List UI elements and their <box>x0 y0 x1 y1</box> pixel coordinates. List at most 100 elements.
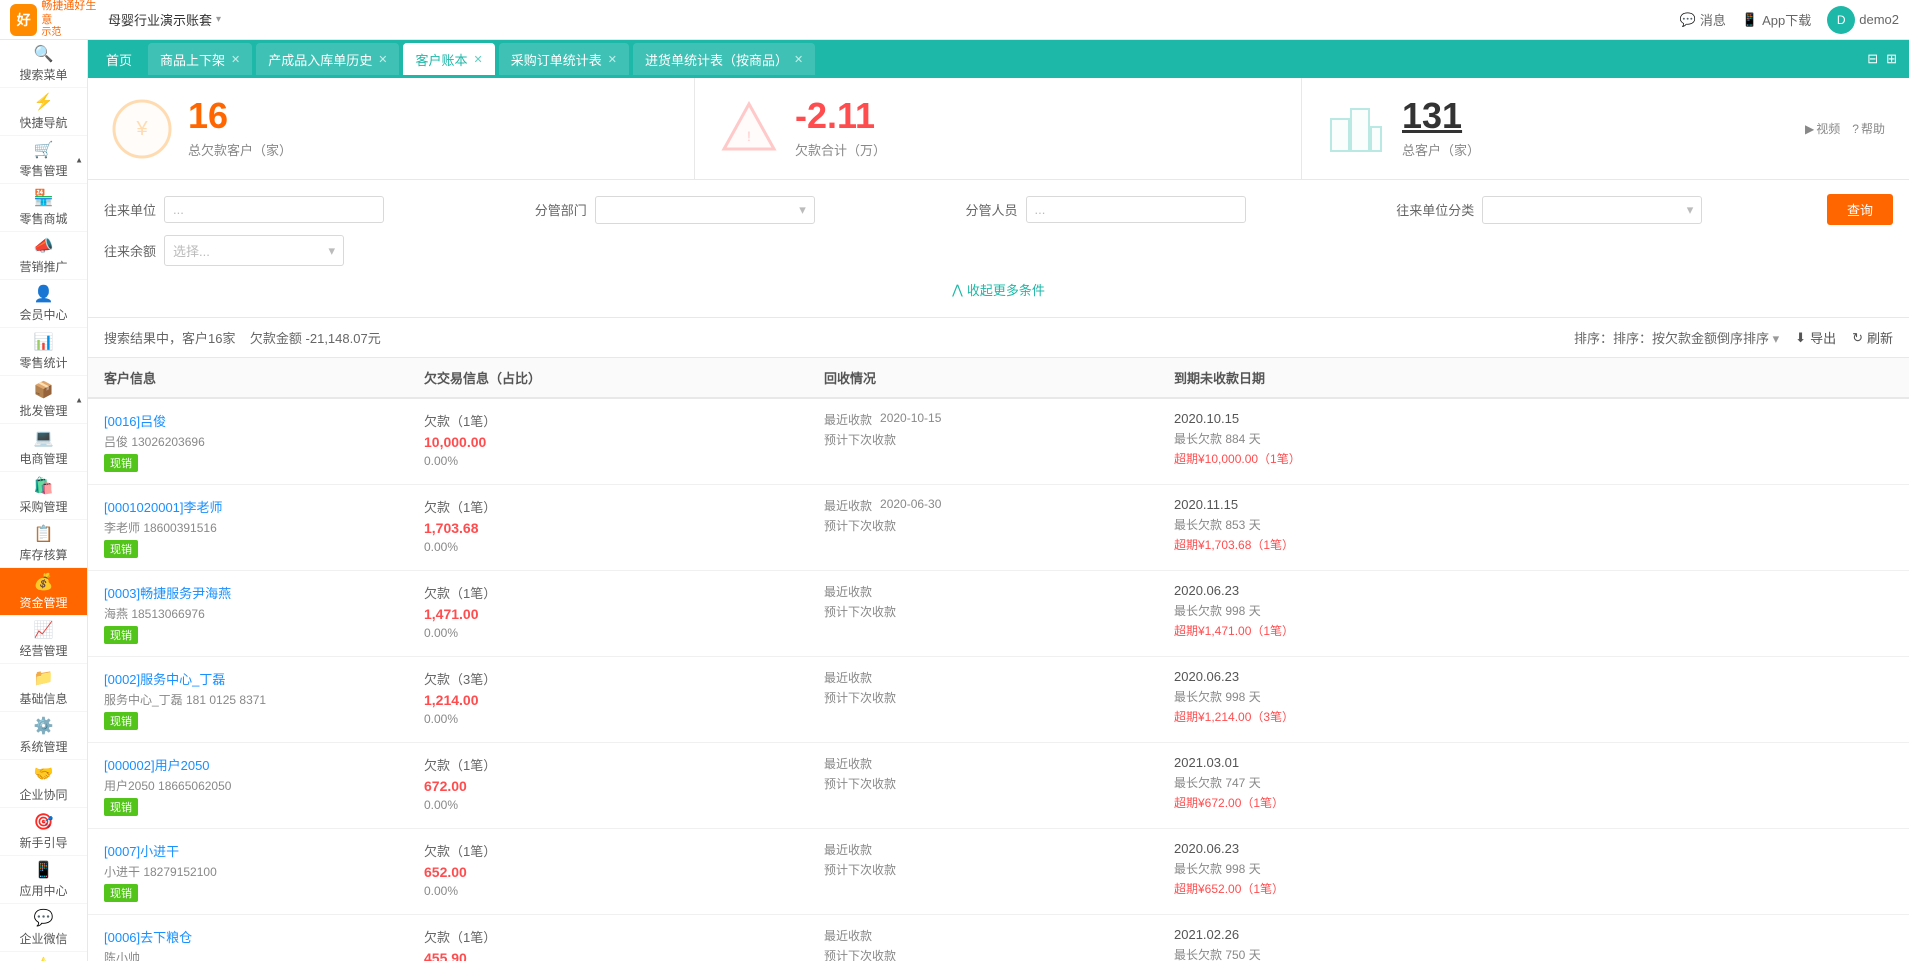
refresh-button[interactable]: ↻ 刷新 <box>1852 328 1893 347</box>
tag-green-6: 现销 <box>104 884 138 902</box>
tab-customer-account[interactable]: 客户账本 ✕ <box>403 43 494 75</box>
customer-name-link-4[interactable]: [0002]服务中心_丁磊 <box>104 669 424 688</box>
total-customers-label: 总客户（家） <box>1402 140 1480 159</box>
app-download-button[interactable]: 📱 App下载 <box>1742 10 1811 29</box>
customer-info-3: [0003]畅捷服务尹海燕 海燕 18513066976 现销 <box>104 583 424 644</box>
customer-name-link-6[interactable]: [0007]小进干 <box>104 841 424 860</box>
sidebar-item-retail-store[interactable]: 🏪 零售商城 <box>0 184 87 232</box>
sidebar-item-search[interactable]: 🔍 搜索菜单 <box>0 40 87 88</box>
overdue-link-1[interactable]: 超期¥10,000.00（1笔） <box>1174 450 1893 467</box>
debt-percent-6: 0.00% <box>424 884 824 898</box>
tab-import-stats[interactable]: 进货单统计表（按商品） ✕ <box>633 43 815 75</box>
filter-balance: 往来余额 选择... ▾ <box>104 235 1893 266</box>
sidebar-item-quick-nav[interactable]: ⚡ 快捷导航 <box>0 88 87 136</box>
debt-count-4: 欠款（3笔） <box>424 669 824 688</box>
tab-minimize-icon[interactable]: ⊟ <box>1867 51 1878 67</box>
results-bar: 搜索结果中，客户16家 欠款金额 -21,148.07元 排序：排序：按欠款金额… <box>88 318 1909 358</box>
customer-name-link-3[interactable]: [0003]畅捷服务尹海燕 <box>104 583 424 602</box>
video-link[interactable]: ▶ 视频 <box>1805 120 1840 137</box>
help-link[interactable]: ? 帮助 <box>1852 120 1885 137</box>
marketing-icon: 📣 <box>34 236 54 256</box>
sidebar-item-retail-stats[interactable]: 📊 零售统计 <box>0 328 87 376</box>
chevron-down-icon2: ▾ <box>1687 202 1694 218</box>
debt-count-6: 欠款（1笔） <box>424 841 824 860</box>
source-unit-label: 往来单位 <box>104 200 156 219</box>
debt-percent-4: 0.00% <box>424 712 824 726</box>
sidebar-item-basic-info[interactable]: 📁 基础信息 <box>0 664 87 712</box>
sidebar-item-batch-mgmt[interactable]: 📦 批发管理 <box>0 376 87 424</box>
tab-product-shelf[interactable]: 商品上下架 ✕ <box>148 43 252 75</box>
customer-name-link-2[interactable]: [0001020001]李老师 <box>104 497 424 516</box>
logo-icon: 好 <box>10 4 37 36</box>
purchase-icon: 🛍️ <box>34 476 54 496</box>
balance-label: 往来余额 <box>104 241 156 260</box>
filter-source-unit-category: 往来单位分类 ▾ <box>1396 196 1815 224</box>
sidebar-item-wechat[interactable]: 💬 企业微信 <box>0 904 87 952</box>
sidebar-item-enterprise[interactable]: 🤝 企业协同 <box>0 760 87 808</box>
export-button[interactable]: ⬇ 导出 <box>1795 328 1836 347</box>
tab-purchase-stats[interactable]: 采购订单统计表 ✕ <box>499 43 629 75</box>
sidebar-item-member-vip[interactable]: ⭐ 畅会员 <box>0 952 87 961</box>
overdue-link-3[interactable]: 超期¥1,471.00（1笔） <box>1174 622 1893 639</box>
retail-icon: 🛒 <box>34 140 54 160</box>
sidebar-item-finance[interactable]: 💰 资金管理 <box>0 568 87 616</box>
tab-close-product-history[interactable]: ✕ <box>378 53 387 66</box>
sidebar-item-members[interactable]: 👤 会员中心 <box>0 280 87 328</box>
overdue-link-2[interactable]: 超期¥1,703.68（1笔） <box>1174 536 1893 553</box>
tab-close-customer-account[interactable]: ✕ <box>474 53 483 66</box>
debt-info-5: 欠款（1笔） 672.00 0.00% <box>424 755 824 812</box>
department-label: 分管部门 <box>535 200 587 219</box>
sidebar-item-retail[interactable]: 🛒 零售管理 <box>0 136 87 184</box>
tab-home[interactable]: 首页 <box>94 43 144 75</box>
table-row: [0003]畅捷服务尹海燕 海燕 18513066976 现销 欠款（1笔） 1… <box>88 571 1909 657</box>
sidebar-item-guide[interactable]: 🎯 新手引导 <box>0 808 87 856</box>
sidebar-item-purchase[interactable]: 🛍️ 采购管理 <box>0 472 87 520</box>
customer-name-link-7[interactable]: [0006]去下粮仓 <box>104 927 424 946</box>
message-button[interactable]: 💬 消息 <box>1680 10 1726 29</box>
overdue-link-4[interactable]: 超期¥1,214.00（3笔） <box>1174 708 1893 725</box>
overdue-days-4: 最长欠款 998 天 <box>1174 688 1893 705</box>
last-collection-4: 最近收款 <box>824 669 1174 686</box>
overdue-link-5[interactable]: 超期¥672.00（1笔） <box>1174 794 1893 811</box>
tab-close-product-shelf[interactable]: ✕ <box>231 53 240 66</box>
sidebar-item-marketing[interactable]: 📣 营销推广 <box>0 232 87 280</box>
collapse-button[interactable]: ⋀ 收起更多条件 <box>948 276 1049 303</box>
balance-input[interactable]: 选择... ▾ <box>164 235 344 266</box>
table-header: 客户信息 欠交易信息（占比） 回收情况 到期未收款日期 <box>88 358 1909 399</box>
customer-contact-2: 李老师 18600391516 <box>104 519 424 536</box>
sidebar-item-ecommerce[interactable]: 💻 电商管理 <box>0 424 87 472</box>
system-icon: ⚙️ <box>34 716 54 736</box>
message-icon: 💬 <box>1680 12 1696 28</box>
store-selector[interactable]: 母婴行业演示账套 ▾ <box>108 10 225 29</box>
tab-close-purchase-stats[interactable]: ✕ <box>608 53 617 66</box>
ecommerce-icon: 💻 <box>34 428 54 448</box>
sidebar-item-app-center[interactable]: 📱 应用中心 <box>0 856 87 904</box>
overdue-link-6[interactable]: 超期¥652.00（1笔） <box>1174 880 1893 897</box>
debt-info-7: 欠款（1笔） 455.90 0.00% <box>424 927 824 961</box>
user-menu-button[interactable]: D demo2 <box>1827 6 1899 34</box>
collection-info-6: 最近收款 预计下次收款 <box>824 841 1174 878</box>
sidebar-item-inventory[interactable]: 📋 库存核算 <box>0 520 87 568</box>
department-input[interactable]: ▾ <box>595 196 815 224</box>
quick-nav-icon: ⚡ <box>34 92 54 112</box>
customer-name-link-1[interactable]: [0016]吕俊 <box>104 411 424 430</box>
sidebar-item-operation[interactable]: 📈 经营管理 <box>0 616 87 664</box>
overdue-date-3: 2020.06.23 <box>1174 583 1893 598</box>
filter-source-unit: 往来单位 ... <box>104 196 523 223</box>
tab-close-import-stats[interactable]: ✕ <box>794 53 803 66</box>
sidebar-item-system[interactable]: ⚙️ 系统管理 <box>0 712 87 760</box>
source-unit-category-input[interactable]: ▾ <box>1482 196 1702 224</box>
source-unit-input[interactable]: ... <box>164 196 384 223</box>
tab-expand-icon[interactable]: ⊞ <box>1886 51 1897 67</box>
person-input[interactable]: ... <box>1026 196 1246 223</box>
collection-info-7: 最近收款 预计下次收款 <box>824 927 1174 961</box>
tab-product-history[interactable]: 产成品入库单历史 ✕ <box>256 43 399 75</box>
customer-name-link-5[interactable]: [000002]用户2050 <box>104 755 424 774</box>
stat-total-customers-info: 131 总客户（家） <box>1402 98 1480 159</box>
query-button[interactable]: 查询 <box>1827 194 1893 225</box>
overdue-days-1: 最长欠款 884 天 <box>1174 430 1893 447</box>
data-table: 客户信息 欠交易信息（占比） 回收情况 到期未收款日期 [0016]吕俊 吕俊 … <box>88 358 1909 961</box>
stat-debt-amount: ! -2.11 欠款合计（万） <box>695 78 1302 179</box>
debt-count-7: 欠款（1笔） <box>424 927 824 946</box>
debt-percent-3: 0.00% <box>424 626 824 640</box>
